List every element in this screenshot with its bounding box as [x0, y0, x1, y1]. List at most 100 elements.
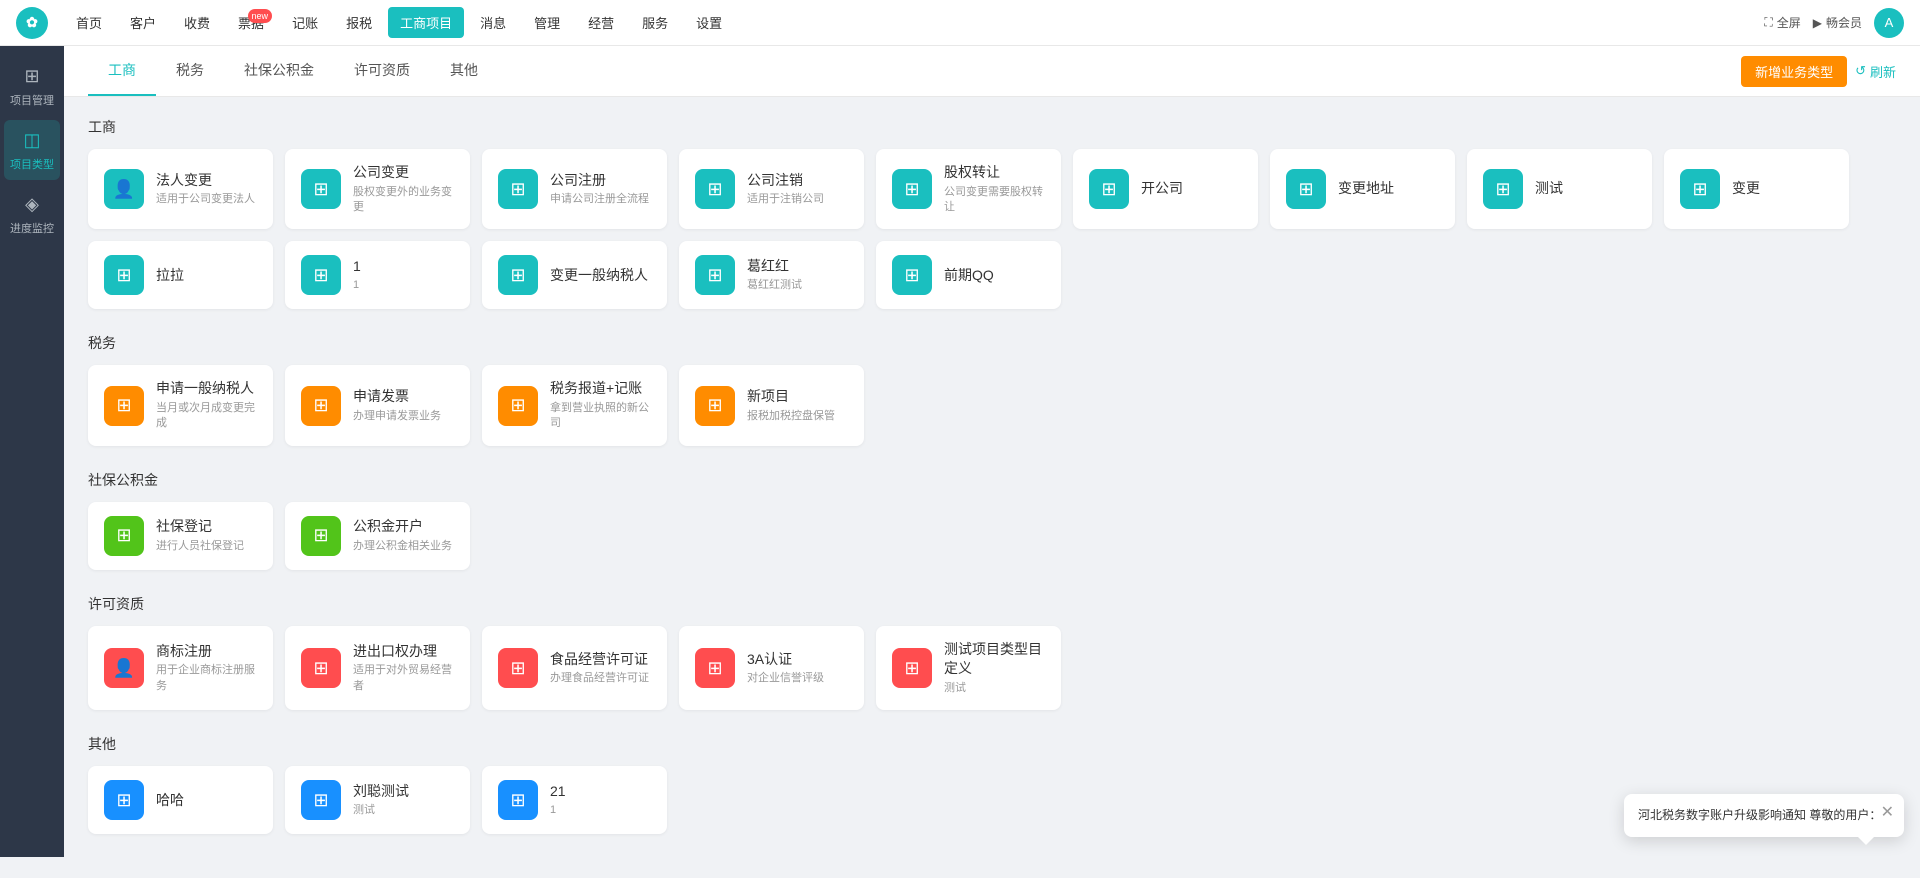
sidebar-item-项目管理[interactable]: ⊞ 项目管理 [4, 56, 60, 116]
card-name: 变更 [1732, 179, 1760, 199]
card-拉拉[interactable]: ⊞ 拉拉 [88, 241, 273, 309]
card-icon: ⊞ [498, 255, 538, 295]
card-text: 新项目 报税加税控盘保管 [747, 387, 835, 424]
card-哈哈[interactable]: ⊞ 哈哈 [88, 766, 273, 834]
logo: ✿ [16, 7, 48, 39]
card-text: 法人变更 适用于公司变更法人 [156, 171, 255, 208]
nav-item-工商项目[interactable]: 工商项目 [388, 7, 464, 38]
content-area: 工商 👤 法人变更 适用于公司变更法人 ⊞ 公司变更 股权变更外的业务变更 ⊞ … [64, 97, 1920, 878]
notification-popup: ✕ 河北税务数字账户升级影响通知 尊敬的用户： [1624, 794, 1904, 837]
section-工商: 工商 👤 法人变更 适用于公司变更法人 ⊞ 公司变更 股权变更外的业务变更 ⊞ … [88, 117, 1896, 309]
card-desc: 报税加税控盘保管 [747, 409, 835, 424]
card-text: 变更 [1732, 179, 1760, 199]
card-申请一般纳税人[interactable]: ⊞ 申请一般纳税人 当月或次月成变更完成 [88, 365, 273, 445]
card-name: 申请发票 [353, 387, 441, 407]
card-name: 申请一般纳税人 [156, 379, 257, 399]
card-text: 测试 [1535, 179, 1563, 199]
card-icon: ⊞ [892, 169, 932, 209]
card-测试[interactable]: ⊞ 测试 [1467, 149, 1652, 229]
card-name: 食品经营许可证 [550, 650, 649, 670]
card-刘聪测试[interactable]: ⊞ 刘聪测试 测试 [285, 766, 470, 834]
card-name: 3A认证 [747, 650, 824, 670]
card-desc: 申请公司注册全流程 [550, 192, 649, 207]
card-变更一般纳税人[interactable]: ⊞ 变更一般纳税人 [482, 241, 667, 309]
card-name: 变更地址 [1338, 179, 1394, 199]
card-3A认证[interactable]: ⊞ 3A认证 对企业信誉评级 [679, 626, 864, 711]
card-text: 1 1 [353, 257, 361, 294]
card-name: 股权转让 [944, 163, 1045, 183]
tab-其他[interactable]: 其他 [430, 46, 498, 96]
card-申请发票[interactable]: ⊞ 申请发票 办理申请发票业务 [285, 365, 470, 445]
nav-item-首页[interactable]: 首页 [64, 7, 114, 38]
card-食品经营许可证[interactable]: ⊞ 食品经营许可证 办理食品经营许可证 [482, 626, 667, 711]
card-变更[interactable]: ⊞ 变更 [1664, 149, 1849, 229]
card-前期QQ[interactable]: ⊞ 前期QQ [876, 241, 1061, 309]
section-title: 税务 [88, 333, 1896, 353]
card-desc: 对企业信誉评级 [747, 671, 824, 686]
card-icon: 👤 [104, 648, 144, 688]
card-icon: ⊞ [695, 169, 735, 209]
card-text: 进出口权办理 适用于对外贸易经营者 [353, 642, 454, 694]
card-公积金开户[interactable]: ⊞ 公积金开户 办理公积金相关业务 [285, 502, 470, 570]
section-title: 社保公积金 [88, 470, 1896, 490]
nav-item-收费[interactable]: 收费 [172, 7, 222, 38]
nav-item-客户[interactable]: 客户 [118, 7, 168, 38]
notification-close-button[interactable]: ✕ [1881, 802, 1894, 822]
card-公司注册[interactable]: ⊞ 公司注册 申请公司注册全流程 [482, 149, 667, 229]
sidebar-label: 项目类型 [10, 156, 54, 172]
card-text: 公司注销 适用于注销公司 [747, 171, 824, 208]
card-开公司[interactable]: ⊞ 开公司 [1073, 149, 1258, 229]
nav-item-设置[interactable]: 设置 [684, 7, 734, 38]
nav-item-管理[interactable]: 管理 [522, 7, 572, 38]
refresh-button[interactable]: ↺ 刷新 [1855, 62, 1896, 81]
add-type-button[interactable]: 新增业务类型 [1741, 56, 1847, 87]
nav-item-服务[interactable]: 服务 [630, 7, 680, 38]
card-name: 刘聪测试 [353, 782, 409, 802]
fullscreen-button[interactable]: ⛶ 全屏 [1764, 14, 1800, 31]
sidebar-icon: ◫ [20, 128, 44, 152]
nav-item-经营[interactable]: 经营 [576, 7, 626, 38]
sidebar: ⊞ 项目管理 ◫ 项目类型 ◈ 进度监控 [0, 46, 64, 857]
card-icon: ⊞ [498, 648, 538, 688]
card-社保登记[interactable]: ⊞ 社保登记 进行人员社保登记 [88, 502, 273, 570]
card-desc: 1 [353, 278, 361, 293]
card-测试项目类型目定义[interactable]: ⊞ 测试项目类型目定义 测试 [876, 626, 1061, 711]
tab-工商[interactable]: 工商 [88, 46, 156, 96]
card-税务报道+记账[interactable]: ⊞ 税务报道+记账 拿到营业执照的新公司 [482, 365, 667, 445]
card-商标注册[interactable]: 👤 商标注册 用于企业商标注册服务 [88, 626, 273, 711]
card-icon: ⊞ [301, 780, 341, 820]
card-公司注销[interactable]: ⊞ 公司注销 适用于注销公司 [679, 149, 864, 229]
card-新项目[interactable]: ⊞ 新项目 报税加税控盘保管 [679, 365, 864, 445]
card-desc: 拿到营业执照的新公司 [550, 401, 651, 432]
nav-item-票据[interactable]: 票据new [226, 7, 276, 38]
card-icon: ⊞ [1483, 169, 1523, 209]
main-content: 工商税务社保公积金许可资质其他 新增业务类型 ↺ 刷新 工商 👤 法人变更 适用… [64, 46, 1920, 878]
card-text: 公积金开户 办理公积金相关业务 [353, 517, 452, 554]
card-法人变更[interactable]: 👤 法人变更 适用于公司变更法人 [88, 149, 273, 229]
sidebar-icon: ◈ [20, 192, 44, 216]
tab-许可资质[interactable]: 许可资质 [334, 46, 430, 96]
card-name: 变更一般纳税人 [550, 266, 648, 286]
fullscreen-label: 全屏 [1777, 14, 1801, 31]
tab-税务[interactable]: 税务 [156, 46, 224, 96]
card-变更地址[interactable]: ⊞ 变更地址 [1270, 149, 1455, 229]
card-葛红红[interactable]: ⊞ 葛红红 葛红红测试 [679, 241, 864, 309]
tab-社保公积金[interactable]: 社保公积金 [224, 46, 334, 96]
card-name: 公积金开户 [353, 517, 452, 537]
nav-item-消息[interactable]: 消息 [468, 7, 518, 38]
sidebar-item-项目类型[interactable]: ◫ 项目类型 [4, 120, 60, 180]
card-desc: 用于企业商标注册服务 [156, 663, 257, 694]
member-button[interactable]: ▶ 畅会员 [1813, 14, 1862, 31]
card-进出口权办理[interactable]: ⊞ 进出口权办理 适用于对外贸易经营者 [285, 626, 470, 711]
card-21[interactable]: ⊞ 21 1 [482, 766, 667, 834]
card-1[interactable]: ⊞ 1 1 [285, 241, 470, 309]
card-name: 1 [353, 257, 361, 277]
avatar[interactable]: A [1874, 8, 1904, 38]
tab-bar-tabs: 工商税务社保公积金许可资质其他 [88, 46, 1741, 96]
card-股权转让[interactable]: ⊞ 股权转让 公司变更需要股权转让 [876, 149, 1061, 229]
card-name: 测试项目类型目定义 [944, 640, 1045, 679]
nav-item-报税[interactable]: 报税 [334, 7, 384, 38]
nav-item-记账[interactable]: 记账 [280, 7, 330, 38]
card-公司变更[interactable]: ⊞ 公司变更 股权变更外的业务变更 [285, 149, 470, 229]
sidebar-item-进度监控[interactable]: ◈ 进度监控 [4, 184, 60, 244]
